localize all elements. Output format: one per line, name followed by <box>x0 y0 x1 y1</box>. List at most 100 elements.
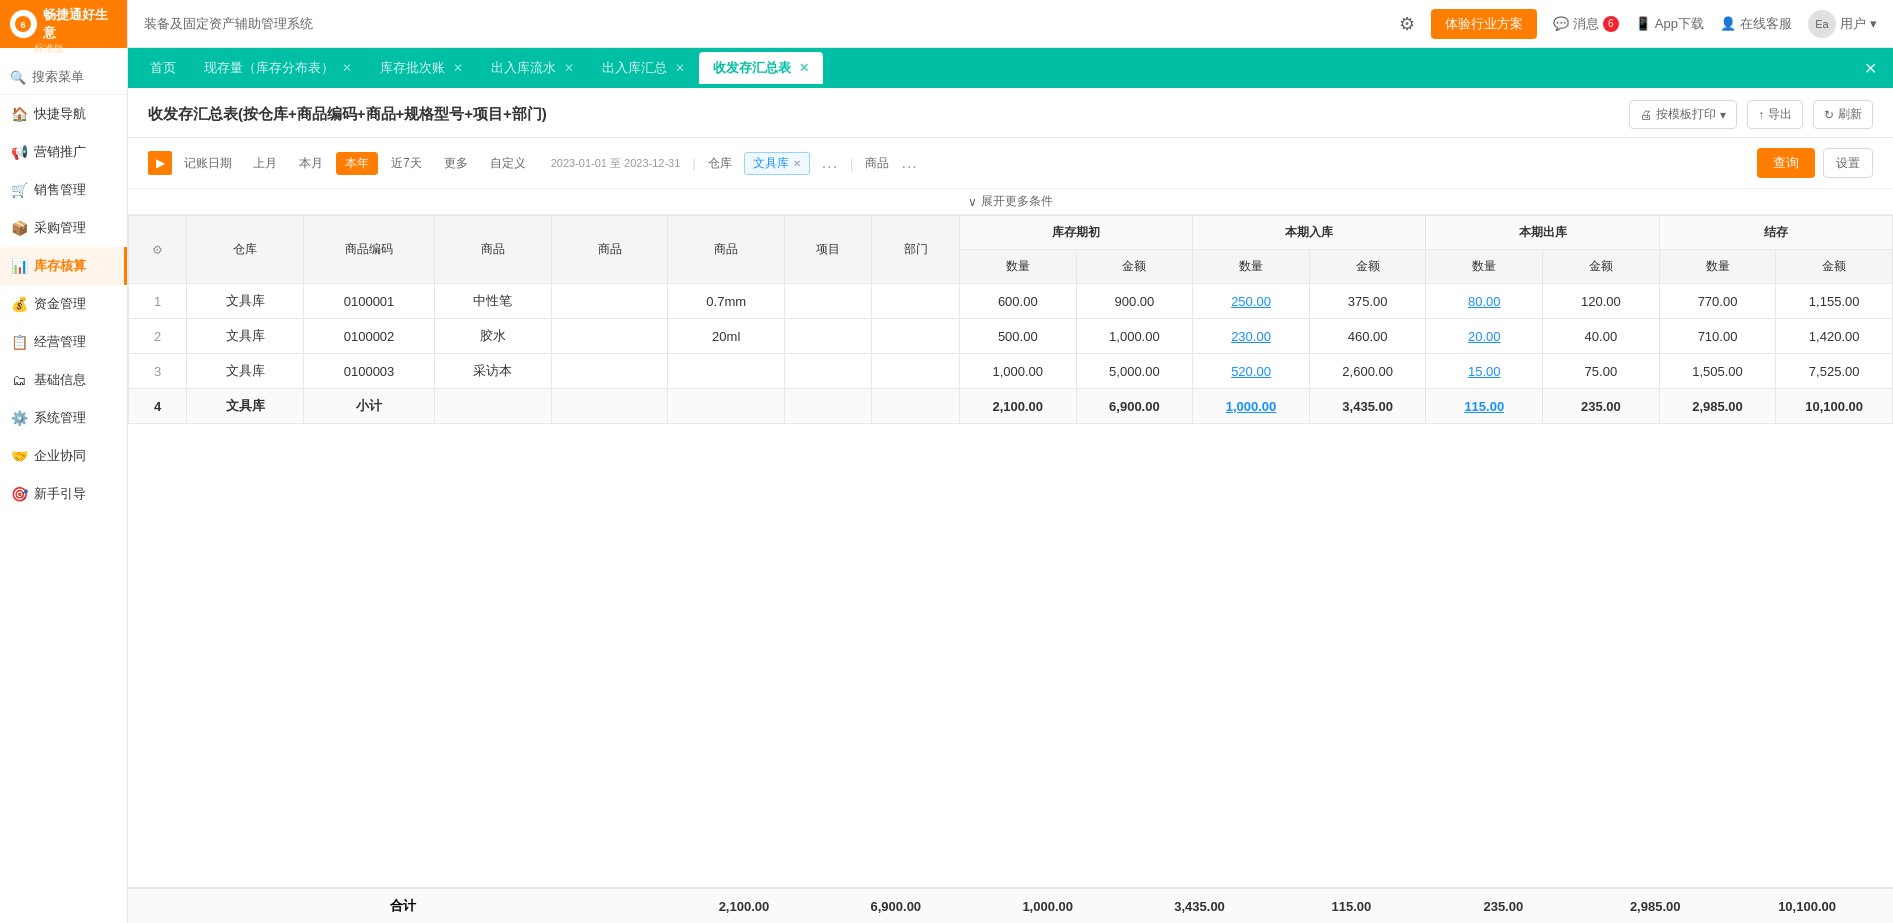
row-goods1-2: 胶水 <box>435 319 552 354</box>
sidebar-item-quick-nav[interactable]: 🏠 快捷导航 <box>0 95 127 133</box>
row-open-qty-3: 1,000.00 <box>959 354 1076 389</box>
subtotal-goods2 <box>435 389 552 424</box>
expand-btn[interactable]: ∨ 展开更多条件 <box>968 193 1053 210</box>
row-goods2-1 <box>551 284 668 319</box>
footer-values: 2,100.00 6,900.00 1,000.00 3,435.00 115.… <box>668 899 1883 914</box>
query-btn[interactable]: 查询 <box>1757 148 1815 178</box>
row-open-amt-3: 5,000.00 <box>1076 354 1193 389</box>
tab-close-inout-flow[interactable]: ✕ <box>564 61 574 75</box>
row-in-qty-2[interactable]: 230.00 <box>1193 319 1310 354</box>
row-close-amt-3: 7,525.00 <box>1776 354 1893 389</box>
user-menu[interactable]: Ea 用户 ▾ <box>1808 10 1877 38</box>
subtotal-in-qty[interactable]: 1,000.00 <box>1193 389 1310 424</box>
tab-stock-dist[interactable]: 现存量（库存分布表） ✕ <box>190 52 366 84</box>
tab-recv-send-summary[interactable]: 收发存汇总表 ✕ <box>699 52 823 84</box>
arrow-icon: ▶ <box>156 156 165 170</box>
page-title: 收发存汇总表(按仓库+商品编码+商品+规格型号+项目+部门) <box>148 105 547 124</box>
subtotal-goods4 <box>668 389 785 424</box>
tab-batch[interactable]: 库存批次账 ✕ <box>366 52 477 84</box>
tab-inout-summary[interactable]: 出入库汇总 ✕ <box>588 52 699 84</box>
row-goods1-1: 中性笔 <box>435 284 552 319</box>
subtotal-out-amt: 235.00 <box>1543 389 1660 424</box>
subtotal-index: 4 <box>129 389 187 424</box>
export-btn[interactable]: ↑ 导出 <box>1747 100 1803 129</box>
sidebar-item-system[interactable]: ⚙️ 系统管理 <box>0 399 127 437</box>
row-goods1-3: 采访本 <box>435 354 552 389</box>
row-close-qty-3: 1,505.00 <box>1659 354 1776 389</box>
sidebar-logo: 6 畅捷通好生意 <box>0 0 127 48</box>
row-out-qty-2[interactable]: 20.00 <box>1426 319 1543 354</box>
total-in-qty: 1,000.00 <box>972 899 1124 914</box>
sidebar-item-enterprise[interactable]: 🤝 企业协同 <box>0 437 127 475</box>
date-btn-last-month[interactable]: 上月 <box>244 152 286 175</box>
total-in-amt: 3,435.00 <box>1124 899 1276 914</box>
online-service-btn[interactable]: 👤 在线客服 <box>1720 15 1792 33</box>
row-in-qty-3[interactable]: 520.00 <box>1193 354 1310 389</box>
setting-btn[interactable]: 设置 <box>1823 148 1873 178</box>
refresh-btn[interactable]: ↻ 刷新 <box>1813 100 1873 129</box>
tab-bar-close-btn[interactable]: ✕ <box>1856 59 1885 78</box>
settings-icon[interactable]: ⚙ <box>1399 13 1415 35</box>
row-index-3: 3 <box>129 354 187 389</box>
sidebar-item-inventory[interactable]: 📊 库存核算 <box>0 247 127 285</box>
row-open-amt-2: 1,000.00 <box>1076 319 1193 354</box>
sidebar-item-marketing[interactable]: 📢 营销推广 <box>0 133 127 171</box>
col-header-in-amt: 金额 <box>1309 250 1426 284</box>
user-avatar: Ea <box>1808 10 1836 38</box>
message-icon: 💬 <box>1553 16 1569 31</box>
sidebar-item-finance[interactable]: 💰 资金管理 <box>0 285 127 323</box>
col-header-gear: ⚙ <box>129 216 187 284</box>
tab-home[interactable]: 首页 <box>136 52 190 84</box>
row-dept-2 <box>872 319 959 354</box>
row-out-qty-3[interactable]: 15.00 <box>1426 354 1543 389</box>
goods-more-btn[interactable]: ... <box>901 154 917 172</box>
sidebar-item-guide[interactable]: 🎯 新手引导 <box>0 475 127 513</box>
row-code-3: 0100003 <box>303 354 434 389</box>
row-in-qty-1[interactable]: 250.00 <box>1193 284 1310 319</box>
subtotal-in-amt: 3,435.00 <box>1309 389 1426 424</box>
search-menu-item[interactable]: 🔍 搜索菜单 <box>0 60 127 95</box>
system-title: 装备及固定资产辅助管理系统 <box>144 15 1383 33</box>
warehouse-more-btn[interactable]: ... <box>822 154 838 172</box>
sidebar-item-sales[interactable]: 🛒 销售管理 <box>0 171 127 209</box>
warehouse-tag-close[interactable]: ✕ <box>793 158 801 169</box>
date-btn-more[interactable]: 更多 <box>435 152 477 175</box>
page-header: 收发存汇总表(按仓库+商品编码+商品+规格型号+项目+部门) 🖨 按模板打印 ▾… <box>128 88 1893 138</box>
date-btn-custom[interactable]: 自定义 <box>481 152 535 175</box>
trial-btn[interactable]: 体验行业方案 <box>1431 9 1537 39</box>
tab-close-stock-dist[interactable]: ✕ <box>342 61 352 75</box>
sidebar-item-purchase[interactable]: 📦 采购管理 <box>0 209 127 247</box>
row-goods3-2: 20ml <box>668 319 785 354</box>
warehouse-tag[interactable]: 文具库 ✕ <box>744 152 810 175</box>
template-print-btn[interactable]: 🖨 按模板打印 ▾ <box>1629 100 1737 129</box>
total-out-qty: 115.00 <box>1276 899 1428 914</box>
date-btn-7days[interactable]: 近7天 <box>382 152 431 175</box>
row-open-qty-2: 500.00 <box>959 319 1076 354</box>
filter-toggle-btn[interactable]: ▶ <box>148 151 172 175</box>
subtotal-warehouse: 文具库 <box>187 389 304 424</box>
col-header-close-amt: 金额 <box>1776 250 1893 284</box>
subtotal-out-qty[interactable]: 115.00 <box>1426 389 1543 424</box>
divider2: | <box>850 156 853 171</box>
tab-close-recv-send[interactable]: ✕ <box>799 61 809 75</box>
app-download-btn[interactable]: 📱 App下载 <box>1635 15 1704 33</box>
search-icon: 🔍 <box>10 70 26 85</box>
row-in-amt-2: 460.00 <box>1309 319 1426 354</box>
row-in-amt-3: 2,600.00 <box>1309 354 1426 389</box>
messages-btn[interactable]: 💬 消息 6 <box>1553 15 1619 33</box>
col-header-in-qty: 数量 <box>1193 250 1310 284</box>
row-code-1: 0100001 <box>303 284 434 319</box>
filter-action-btns: 查询 设置 <box>1757 148 1873 178</box>
table-settings-icon[interactable]: ⚙ <box>152 243 163 257</box>
tab-close-batch[interactable]: ✕ <box>453 61 463 75</box>
date-btn-this-year[interactable]: 本年 <box>336 152 378 175</box>
row-out-qty-1[interactable]: 80.00 <box>1426 284 1543 319</box>
svg-text:6: 6 <box>21 20 26 30</box>
subtotal-project <box>785 389 872 424</box>
sidebar-item-operation[interactable]: 📋 经营管理 <box>0 323 127 361</box>
tab-close-inout-summary[interactable]: ✕ <box>675 61 685 75</box>
sidebar-item-basic[interactable]: 🗂 基础信息 <box>0 361 127 399</box>
subtotal-goods3 <box>551 389 668 424</box>
date-btn-this-month[interactable]: 本月 <box>290 152 332 175</box>
tab-inout-flow[interactable]: 出入库流水 ✕ <box>477 52 588 84</box>
